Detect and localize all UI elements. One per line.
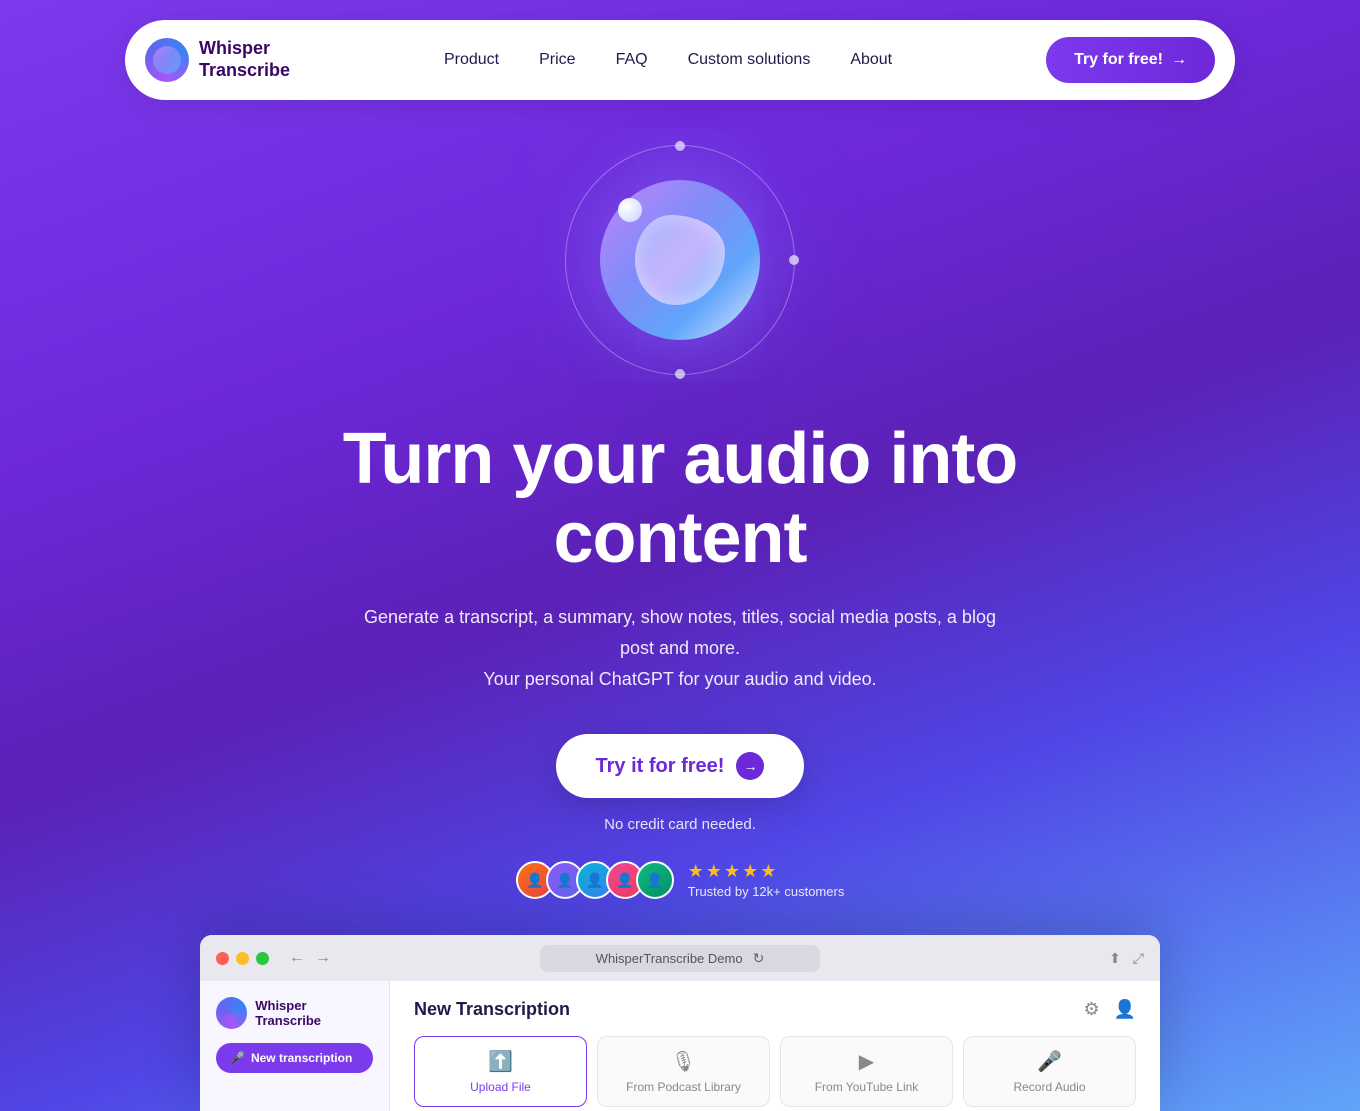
- sidebar-logo: Whisper Transcribe: [216, 997, 373, 1029]
- hero-subtitle-line1: Generate a transcript, a summary, show n…: [364, 607, 996, 658]
- nav-faq[interactable]: FAQ: [616, 51, 648, 68]
- sidebar-logo-icon: [216, 997, 247, 1029]
- logo-inner: [153, 46, 181, 74]
- app-preview: ← → WhisperTranscribe Demo ↻ ⬆ ⤢ Whisper…: [200, 935, 1160, 1111]
- user-icon[interactable]: 👤: [1114, 999, 1136, 1020]
- hero-cta-label: Try it for free!: [596, 755, 725, 778]
- orb-inner-blob: [635, 215, 725, 305]
- share-icon[interactable]: ⬆: [1109, 950, 1121, 967]
- avatar-5: 👤: [636, 861, 674, 899]
- forward-arrow-icon[interactable]: →: [315, 949, 331, 967]
- orb-dot-right: [789, 255, 799, 265]
- upload-icon: ⬆️: [488, 1049, 513, 1074]
- logo-link[interactable]: WhisperTranscribe: [145, 38, 290, 82]
- trusted-text: Trusted by 12k+ customers: [688, 884, 845, 899]
- app-main-header: New Transcription ⚙ 👤: [414, 999, 1136, 1020]
- app-main-icons: ⚙ 👤: [1083, 999, 1136, 1020]
- nav-about[interactable]: About: [850, 51, 892, 68]
- orb-dot-top: [675, 141, 685, 151]
- app-sidebar: Whisper Transcribe 🎤 New transcription: [200, 981, 390, 1111]
- tab-podcast-label: From Podcast Library: [626, 1080, 741, 1094]
- app-main: New Transcription ⚙ 👤 ⬆️ Upload File 🎙 F…: [390, 981, 1160, 1111]
- podcast-icon: 🎙: [671, 1049, 696, 1074]
- star-rating: ★★★★★: [688, 861, 845, 882]
- url-bar: WhisperTranscribe Demo ↻: [540, 945, 820, 972]
- avatar-group: 👤 👤 👤 👤 👤: [516, 861, 674, 899]
- hero-cta-button[interactable]: Try it for free! →: [556, 734, 805, 798]
- mic-icon: 🎤: [230, 1051, 245, 1065]
- logo-text: WhisperTranscribe: [199, 38, 290, 81]
- logo-icon: [145, 38, 189, 82]
- tl-close[interactable]: [216, 952, 229, 965]
- tab-upload-file[interactable]: ⬆️ Upload File: [414, 1036, 587, 1107]
- social-proof: 👤 👤 👤 👤 👤 ★★★★★ Trusted by 12k+ customer…: [516, 861, 845, 899]
- social-text: ★★★★★ Trusted by 12k+ customers: [688, 861, 845, 899]
- sidebar-logo-text: Whisper Transcribe: [255, 998, 373, 1029]
- tl-maximize[interactable]: [256, 952, 269, 965]
- nav-price[interactable]: Price: [539, 51, 575, 68]
- tab-youtube-label: From YouTube Link: [815, 1080, 919, 1094]
- traffic-lights: [216, 952, 269, 965]
- hero-orb: [550, 130, 810, 390]
- record-icon: 🎤: [1037, 1049, 1062, 1074]
- tab-youtube-link[interactable]: ▶ From YouTube Link: [780, 1036, 953, 1107]
- nav-links: Product Price FAQ Custom solutions About: [444, 51, 892, 69]
- new-transcription-button[interactable]: 🎤 New transcription: [216, 1043, 373, 1073]
- tab-record-audio[interactable]: 🎤 Record Audio: [963, 1036, 1136, 1107]
- hero-title: Turn your audio into content: [230, 420, 1130, 578]
- nav-wrapper: WhisperTranscribe Product Price FAQ Cust…: [125, 20, 1235, 100]
- fullscreen-icon[interactable]: ⤢: [1133, 950, 1144, 967]
- tab-record-label: Record Audio: [1013, 1080, 1085, 1094]
- app-titlebar: ← → WhisperTranscribe Demo ↻ ⬆ ⤢: [200, 935, 1160, 981]
- browser-nav-arrows: ← →: [289, 949, 331, 967]
- app-main-title: New Transcription: [414, 999, 570, 1020]
- nav-custom-solutions[interactable]: Custom solutions: [688, 51, 811, 68]
- refresh-icon[interactable]: ↻: [753, 950, 765, 967]
- settings-icon[interactable]: ⚙: [1083, 999, 1099, 1020]
- youtube-icon: ▶: [859, 1049, 874, 1074]
- nav-cta-arrow: →: [1171, 51, 1187, 69]
- orb-dot-bottom: [675, 369, 685, 379]
- new-transcription-label: New transcription: [251, 1051, 352, 1065]
- back-arrow-icon[interactable]: ←: [289, 949, 305, 967]
- nav-product[interactable]: Product: [444, 51, 499, 68]
- window-controls: ⬆ ⤢: [1109, 950, 1144, 967]
- hero-section: WhisperTranscribe Product Price FAQ Cust…: [0, 0, 1360, 1111]
- tl-minimize[interactable]: [236, 952, 249, 965]
- hero-cta-arrow-icon: →: [736, 752, 764, 780]
- app-content: Whisper Transcribe 🎤 New transcription N…: [200, 981, 1160, 1111]
- no-credit-card-text: No credit card needed.: [604, 816, 756, 833]
- nav-cta-button[interactable]: Try for free! →: [1046, 37, 1215, 83]
- hero-subtitle-line2: Your personal ChatGPT for your audio and…: [483, 669, 876, 689]
- navbar: WhisperTranscribe Product Price FAQ Cust…: [125, 20, 1235, 100]
- upload-tabs: ⬆️ Upload File 🎙 From Podcast Library ▶ …: [414, 1036, 1136, 1107]
- tab-podcast-library[interactable]: 🎙 From Podcast Library: [597, 1036, 770, 1107]
- hero-subtitle: Generate a transcript, a summary, show n…: [360, 602, 1000, 694]
- nav-cta-label: Try for free!: [1074, 51, 1163, 69]
- orb-blob: [600, 180, 760, 340]
- tab-upload-label: Upload File: [470, 1080, 531, 1094]
- url-text: WhisperTranscribe Demo: [596, 951, 743, 966]
- orb-pearl: [618, 198, 642, 222]
